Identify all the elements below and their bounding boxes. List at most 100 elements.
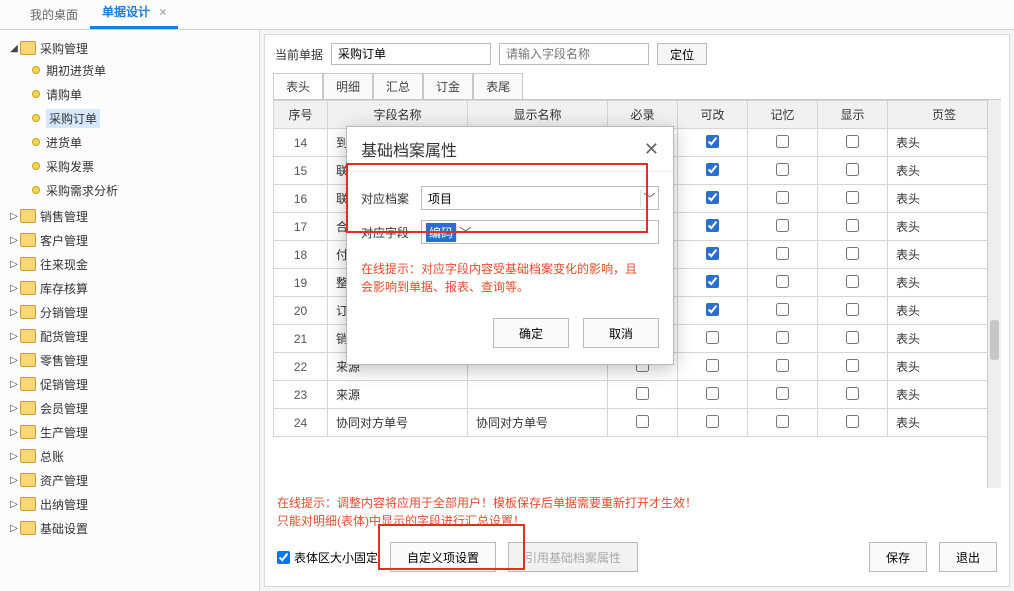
folder-icon xyxy=(20,353,36,367)
col-tab: 页签 xyxy=(888,101,1001,129)
close-icon[interactable]: × xyxy=(159,5,166,19)
custom-field-button[interactable]: 自定义项设置 xyxy=(390,542,496,572)
folder-icon xyxy=(20,497,36,511)
ok-button[interactable]: 确定 xyxy=(493,318,569,348)
scrollbar[interactable] xyxy=(987,100,1001,488)
cancel-button[interactable]: 取消 xyxy=(583,318,659,348)
tree-leaf[interactable]: 采购发票 xyxy=(18,156,259,176)
tree-leaf[interactable]: 请购单 xyxy=(18,84,259,104)
doc-icon xyxy=(32,66,40,74)
section-tabs: 表头明细汇总订金表尾 xyxy=(265,73,1009,99)
archive-property-dialog: 基础档案属性 ✕ 对应档案 项目 ﹀ 对应字段 编码 ﹀ 在线提示：对应字段内容… xyxy=(346,126,674,365)
tree-folder[interactable]: ▷生产管理 xyxy=(8,422,259,442)
folder-icon xyxy=(20,425,36,439)
doc-icon xyxy=(32,186,40,194)
tab-design-label: 单据设计 xyxy=(102,5,150,19)
expand-icon[interactable]: ▷ xyxy=(8,259,20,270)
tree-folder[interactable]: ▷配货管理 xyxy=(8,326,259,346)
close-icon[interactable]: ✕ xyxy=(644,139,659,160)
doc-icon xyxy=(32,114,40,122)
locate-button[interactable]: 定位 xyxy=(657,43,707,65)
expand-icon[interactable]: ▷ xyxy=(8,283,20,294)
header-bar: 当前单据 采购订单 定位 xyxy=(265,35,1009,73)
tree-leaf[interactable]: 期初进货单 xyxy=(18,60,259,80)
hint-text: 在线提示：调整内容将应用于全部用户！模板保存后单据需要重新打开才生效！ 只能对明… xyxy=(265,488,1009,536)
col-show: 显示 xyxy=(818,101,888,129)
tree-folder[interactable]: ▷总账 xyxy=(8,446,259,466)
tree-folder[interactable]: ▷基础设置 xyxy=(8,518,259,538)
expand-icon[interactable]: ▷ xyxy=(8,475,20,486)
section-tab[interactable]: 明细 xyxy=(323,73,373,99)
expand-icon[interactable]: ▷ xyxy=(8,307,20,318)
tree-folder[interactable]: ▷库存核算 xyxy=(8,278,259,298)
fixed-size-check[interactable]: 表体区大小固定 xyxy=(277,549,378,566)
tab-desktop[interactable]: 我的桌面 xyxy=(18,0,90,29)
col-req: 必录 xyxy=(608,101,678,129)
folder-icon xyxy=(20,281,36,295)
folder-icon xyxy=(20,329,36,343)
tree-root-label: 采购管理 xyxy=(40,40,88,57)
tree-folder[interactable]: ▷会员管理 xyxy=(8,398,259,418)
folder-icon xyxy=(20,473,36,487)
tab-design[interactable]: 单据设计 × xyxy=(90,0,178,29)
tree-folder[interactable]: ▷出纳管理 xyxy=(8,494,259,514)
current-doc-value: 采购订单 xyxy=(331,43,491,65)
bottom-bar: 表体区大小固定 自定义项设置 引用基础档案属性 保存 退出 xyxy=(265,536,1009,586)
folder-icon xyxy=(20,209,36,223)
folder-icon xyxy=(20,449,36,463)
tree-root[interactable]: ◢ 采购管理 xyxy=(8,38,259,58)
expand-icon[interactable]: ▷ xyxy=(8,403,20,414)
tree-folder[interactable]: ▷销售管理 xyxy=(8,206,259,226)
tree-folder[interactable]: ▷零售管理 xyxy=(8,350,259,370)
col-mem: 记忆 xyxy=(748,101,818,129)
collapse-icon[interactable]: ◢ xyxy=(8,43,20,54)
ref-archive-button[interactable]: 引用基础档案属性 xyxy=(508,542,638,572)
search-input[interactable] xyxy=(499,43,649,65)
dialog-warning: 在线提示：对应字段内容受基础档案变化的影响，且 会影响到单据、报表、查询等。 xyxy=(347,258,673,310)
tree-leaf[interactable]: 采购订单 xyxy=(18,108,259,128)
tree-folder[interactable]: ▷往来现金 xyxy=(8,254,259,274)
doc-icon xyxy=(32,138,40,146)
column-select[interactable]: 编码 ﹀ xyxy=(421,220,659,244)
table-row[interactable]: 24协同对方单号协同对方单号表头 xyxy=(274,409,1001,437)
folder-icon xyxy=(20,521,36,535)
expand-icon[interactable]: ▷ xyxy=(8,451,20,462)
table-row[interactable]: 23来源表头 xyxy=(274,381,1001,409)
expand-icon[interactable]: ▷ xyxy=(8,211,20,222)
section-tab[interactable]: 表头 xyxy=(273,73,323,99)
field-archive-label: 对应档案 xyxy=(361,190,421,207)
chevron-down-icon[interactable]: ﹀ xyxy=(456,224,474,241)
dialog-title: 基础档案属性 xyxy=(361,137,457,161)
expand-icon[interactable]: ▷ xyxy=(8,427,20,438)
expand-icon[interactable]: ▷ xyxy=(8,499,20,510)
section-tab[interactable]: 订金 xyxy=(423,73,473,99)
doc-icon xyxy=(32,90,40,98)
expand-icon[interactable]: ▷ xyxy=(8,379,20,390)
tree-folder[interactable]: ▷资产管理 xyxy=(8,470,259,490)
current-doc-label: 当前单据 xyxy=(275,46,323,63)
tree-folder[interactable]: ▷促销管理 xyxy=(8,374,259,394)
section-tab[interactable]: 汇总 xyxy=(373,73,423,99)
expand-icon[interactable]: ▷ xyxy=(8,355,20,366)
expand-icon[interactable]: ▷ xyxy=(8,523,20,534)
field-column-label: 对应字段 xyxy=(361,224,421,241)
section-tab[interactable]: 表尾 xyxy=(473,73,523,99)
archive-select[interactable]: 项目 ﹀ xyxy=(421,186,659,210)
nav-tree: ◢ 采购管理 期初进货单请购单采购订单进货单采购发票采购需求分析 ▷销售管理 ▷客… xyxy=(0,30,260,591)
expand-icon[interactable]: ▷ xyxy=(8,235,20,246)
col-edit: 可改 xyxy=(678,101,748,129)
top-tab-bar: 我的桌面 单据设计 × xyxy=(0,0,1014,30)
folder-icon xyxy=(20,233,36,247)
tree-leaf[interactable]: 采购需求分析 xyxy=(18,180,259,200)
col-seq: 序号 xyxy=(274,101,328,129)
chevron-down-icon[interactable]: ﹀ xyxy=(640,190,658,207)
exit-button[interactable]: 退出 xyxy=(939,542,997,572)
expand-icon[interactable]: ▷ xyxy=(8,331,20,342)
tree-leaf[interactable]: 进货单 xyxy=(18,132,259,152)
tree-folder[interactable]: ▷客户管理 xyxy=(8,230,259,250)
folder-icon xyxy=(20,257,36,271)
save-button[interactable]: 保存 xyxy=(869,542,927,572)
folder-icon xyxy=(20,41,36,55)
tree-folder[interactable]: ▷分销管理 xyxy=(8,302,259,322)
folder-icon xyxy=(20,401,36,415)
